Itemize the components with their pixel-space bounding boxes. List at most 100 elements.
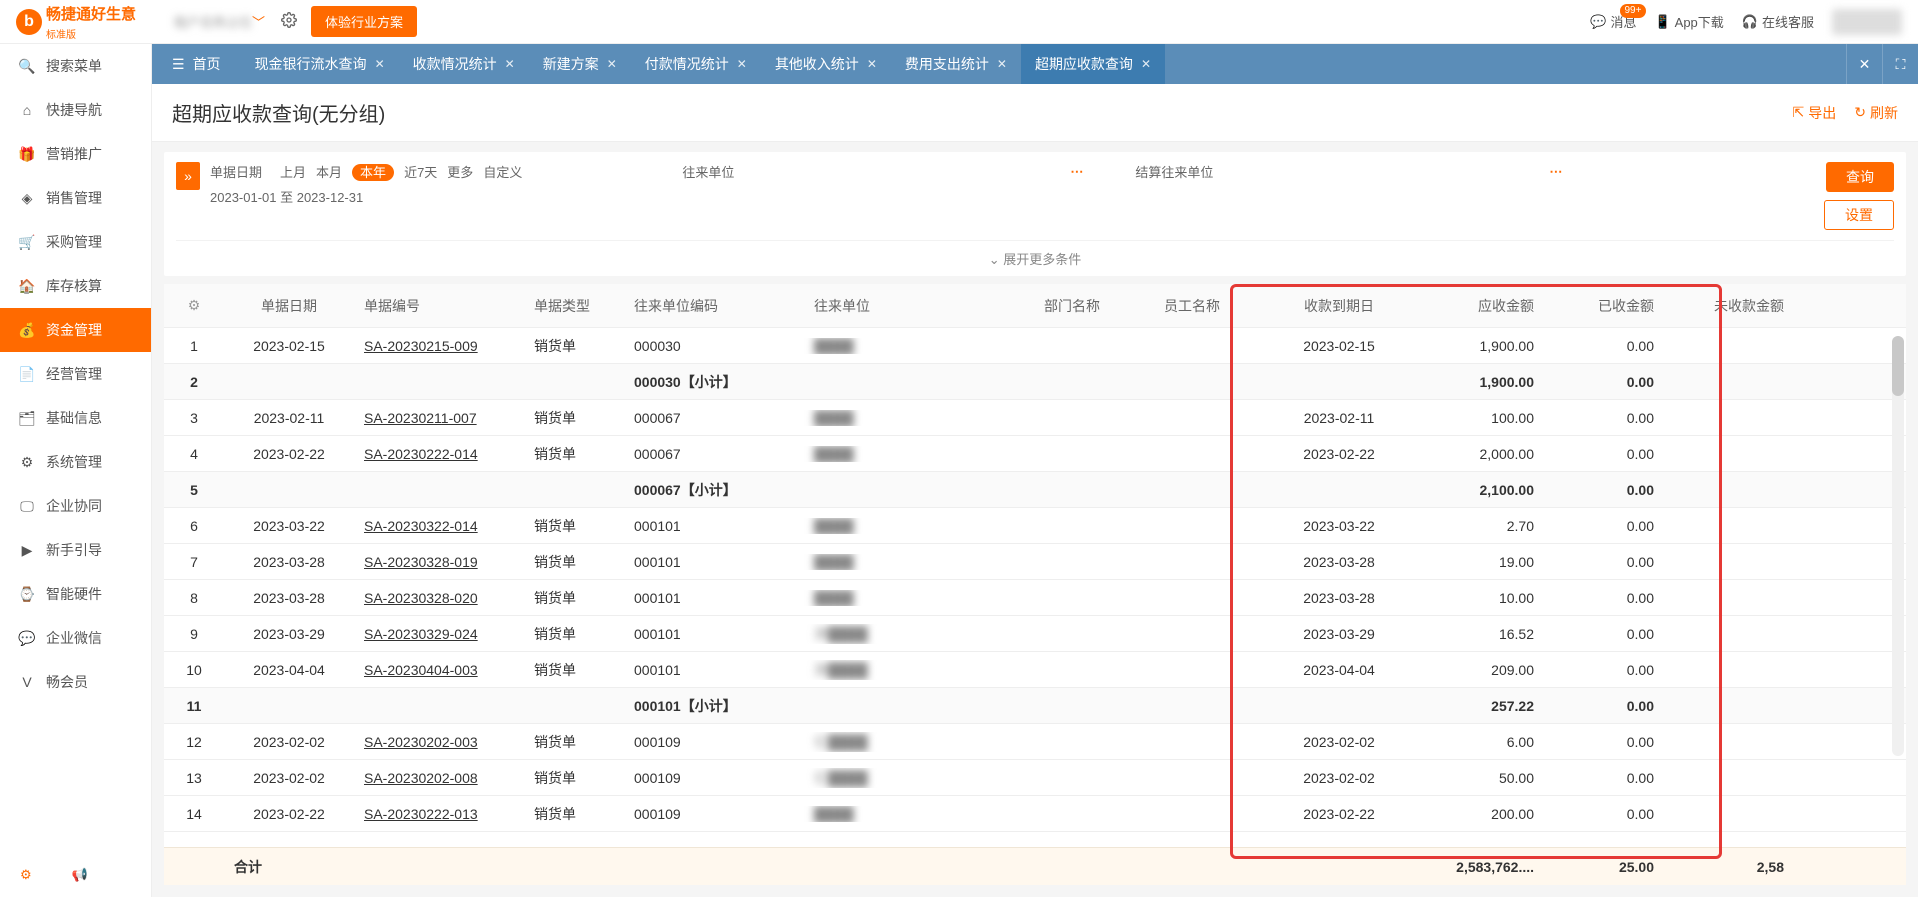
sidebar-item-ent[interactable]: 🖵企业协同	[0, 484, 151, 528]
table-row[interactable]: 132023-02-02SA-20230202-008销货单000109亿███…	[164, 760, 1906, 796]
vertical-scrollbar[interactable]	[1892, 336, 1904, 756]
close-icon[interactable]: ✕	[1141, 57, 1151, 71]
table-row[interactable]: 32023-02-11SA-20230211-007销货单000067████2…	[164, 400, 1906, 436]
table-row[interactable]: 72023-03-28SA-20230328-019销货单000101████2…	[164, 544, 1906, 580]
sidebar-item-tag[interactable]: ◈销售管理	[0, 176, 151, 220]
close-icon[interactable]: ✕	[997, 57, 1007, 71]
cell-doc-no[interactable]: SA-20230202-008	[354, 770, 524, 786]
col-due-date[interactable]: 收款到期日	[1264, 296, 1414, 316]
tab-3[interactable]: 付款情况统计✕	[631, 44, 761, 84]
cell-doc-no[interactable]: SA-20230329-024	[354, 626, 524, 642]
messages-link[interactable]: 💬 消息 99+	[1590, 12, 1636, 31]
sidebar-item-guide[interactable]: ▶新手引导	[0, 528, 151, 572]
tenant-selector[interactable]: 租户名称占位	[174, 12, 252, 31]
tab-label: 费用支出统计	[905, 54, 989, 74]
tab-6[interactable]: 超期应收款查询✕	[1021, 44, 1165, 84]
tab-2[interactable]: 新建方案✕	[529, 44, 631, 84]
cell-doc-no[interactable]: SA-20230222-013	[354, 806, 524, 822]
cell-doc-no[interactable]: SA-20230211-007	[354, 410, 524, 426]
cell-doc-no[interactable]: SA-20230222-014	[354, 446, 524, 462]
table-row[interactable]: 42023-02-22SA-20230222-014销货单000067████2…	[164, 436, 1906, 472]
settle-more-icon[interactable]: ⋯	[1549, 164, 1564, 180]
expand-filters-button[interactable]: ⌄ 展开更多条件	[176, 240, 1894, 276]
sidebar-item-vip[interactable]: V畅会员	[0, 660, 151, 704]
column-settings-icon[interactable]: ⚙	[164, 297, 224, 314]
cell-doc-no[interactable]: SA-20230328-020	[354, 590, 524, 606]
sidebar-item-gift[interactable]: 🎁营销推广	[0, 132, 151, 176]
close-icon[interactable]: ✕	[505, 57, 515, 71]
close-icon[interactable]: ✕	[867, 57, 877, 71]
close-icon[interactable]: ✕	[375, 57, 385, 71]
sound-icon[interactable]: 📢	[72, 867, 88, 883]
sidebar-item-wx[interactable]: 💬企业微信	[0, 616, 151, 660]
sidebar-item-db[interactable]: 🗂基础信息	[0, 396, 151, 440]
unit-more-icon[interactable]: ⋯	[1070, 164, 1085, 180]
close-icon[interactable]: ✕	[737, 57, 747, 71]
tab-0[interactable]: 现金银行流水查询✕	[241, 44, 399, 84]
col-unit[interactable]: 往来单位	[804, 296, 1034, 316]
quick-range-0[interactable]: 上月	[280, 165, 306, 180]
quick-range-2[interactable]: 本年	[352, 164, 394, 181]
close-icon[interactable]: ✕	[607, 57, 617, 71]
support-link[interactable]: 🎧 在线客服	[1742, 12, 1814, 31]
table-row[interactable]: 62023-03-22SA-20230322-014销货单000101████2…	[164, 508, 1906, 544]
col-amount-received[interactable]: 已收金额	[1544, 296, 1664, 316]
settings-button[interactable]: 设置	[1824, 200, 1894, 230]
cell-doc-no[interactable]: SA-20230404-003	[354, 662, 524, 678]
gear-icon[interactable]	[281, 12, 297, 31]
table-row[interactable]: 12023-02-15SA-20230215-009销货单000030████2…	[164, 328, 1906, 364]
sidebar-item-search[interactable]: 🔍搜索菜单	[0, 44, 151, 88]
col-dept[interactable]: 部门名称	[1034, 296, 1154, 316]
tab-home[interactable]: ☰ 首页	[152, 44, 241, 84]
quick-range-5[interactable]: 自定义	[483, 165, 522, 180]
sidebar-item-label: 畅会员	[46, 672, 88, 692]
table-subtotal-row[interactable]: 5000067【小计】2,100.000.00	[164, 472, 1906, 508]
col-date[interactable]: 单据日期	[224, 296, 354, 316]
sidebar-item-sys[interactable]: ⚙系统管理	[0, 440, 151, 484]
sidebar-item-doc[interactable]: 📄经营管理	[0, 352, 151, 396]
col-amount-receivable[interactable]: 应收金额	[1414, 296, 1544, 316]
quick-range-4[interactable]: 更多	[447, 165, 473, 180]
sidebar-item-cart[interactable]: 🛒采购管理	[0, 220, 151, 264]
table-subtotal-row[interactable]: 11000101【小计】257.220.00	[164, 688, 1906, 724]
sidebar-item-house[interactable]: 🏠库存核算	[0, 264, 151, 308]
col-emp[interactable]: 员工名称	[1154, 296, 1264, 316]
cell-doc-no[interactable]: SA-20230322-014	[354, 518, 524, 534]
settle-unit-input[interactable]	[1221, 171, 1541, 172]
collapse-filter-button[interactable]: »	[176, 162, 200, 190]
sidebar-item-hw[interactable]: ⌚智能硬件	[0, 572, 151, 616]
col-doc-no[interactable]: 单据编号	[354, 296, 524, 316]
table-row[interactable]: 122023-02-02SA-20230202-003销货单000109亿███…	[164, 724, 1906, 760]
table-row[interactable]: 102023-04-04SA-20230404-003销货单000101测███…	[164, 652, 1906, 688]
tab-5[interactable]: 费用支出统计 ✕	[891, 44, 1021, 84]
cell-doc-no[interactable]: SA-20230202-003	[354, 734, 524, 750]
table-row[interactable]: 82023-03-28SA-20230328-020销货单000101████2…	[164, 580, 1906, 616]
refresh-button[interactable]: ↻刷新	[1854, 103, 1898, 123]
trial-button[interactable]: 体验行业方案	[311, 6, 417, 37]
export-button[interactable]: ⇱导出	[1793, 103, 1837, 123]
avatar[interactable]	[1832, 9, 1902, 35]
sidebar-item-money[interactable]: 💰资金管理	[0, 308, 151, 352]
chevron-down-icon[interactable]: ﹀	[252, 12, 265, 31]
settings-gear-icon[interactable]: ⚙	[20, 867, 32, 883]
cell-doc-no[interactable]: SA-20230215-009	[354, 338, 524, 354]
app-download-link[interactable]: 📱 App下载	[1654, 12, 1723, 31]
tab-4[interactable]: 其他收入统计✕	[761, 44, 891, 84]
fullscreen-button[interactable]: ⛶	[1882, 44, 1918, 84]
top-header: b 畅捷通好生意 标准版 租户名称占位 ﹀ 体验行业方案 💬 消息 99+ 📱 …	[0, 0, 1918, 44]
table-subtotal-row[interactable]: 2000030【小计】1,900.000.00	[164, 364, 1906, 400]
table-row[interactable]: 142023-02-22SA-20230222-013销货单000109████…	[164, 796, 1906, 832]
quick-range-1[interactable]: 本月	[316, 165, 342, 180]
tab-1[interactable]: 收款情况统计✕	[399, 44, 529, 84]
close-all-tabs-button[interactable]: ✕	[1846, 44, 1882, 84]
sidebar-item-home[interactable]: ⌂快捷导航	[0, 88, 151, 132]
quick-range-3[interactable]: 近7天	[404, 165, 437, 180]
col-doc-type[interactable]: 单据类型	[524, 296, 624, 316]
col-amount-unreceived[interactable]: 未收款金额	[1664, 296, 1794, 316]
unit-input[interactable]	[742, 171, 1062, 172]
date-range[interactable]: 2023-01-01 至 2023-12-31	[210, 187, 532, 206]
search-button[interactable]: 查询	[1826, 162, 1894, 192]
cell-doc-no[interactable]: SA-20230328-019	[354, 554, 524, 570]
table-row[interactable]: 92023-03-29SA-20230329-024销货单000101测████…	[164, 616, 1906, 652]
col-unit-code[interactable]: 往来单位编码	[624, 296, 804, 316]
